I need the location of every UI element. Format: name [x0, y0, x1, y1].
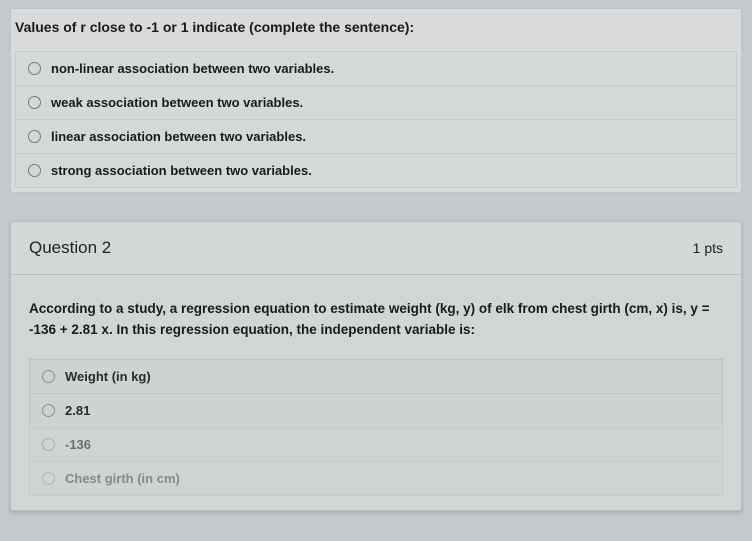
option-row[interactable]: 2.81 [29, 393, 723, 427]
question-1-block: Values of r close to -1 or 1 indicate (c… [10, 8, 742, 193]
question-2-prompt: According to a study, a regression equat… [29, 299, 723, 341]
option-row[interactable]: weak association between two variables. [15, 85, 737, 119]
question-2-card: Question 2 1 pts According to a study, a… [10, 221, 742, 511]
radio-icon [42, 370, 55, 383]
option-label: linear association between two variables… [51, 129, 306, 144]
option-label: 2.81 [65, 403, 90, 418]
option-row[interactable]: strong association between two variables… [15, 153, 737, 188]
option-label: -136 [65, 437, 91, 452]
radio-icon [28, 164, 41, 177]
question-2-header: Question 2 1 pts [11, 222, 741, 275]
option-label: Chest girth (in cm) [65, 471, 180, 486]
option-row[interactable]: Chest girth (in cm) [29, 461, 723, 496]
question-2-body: According to a study, a regression equat… [11, 275, 741, 510]
option-label: Weight (in kg) [65, 369, 151, 384]
question-1-prompt: Values of r close to -1 or 1 indicate (c… [11, 9, 741, 51]
radio-icon [28, 96, 41, 109]
option-row[interactable]: Weight (in kg) [29, 359, 723, 393]
option-row[interactable]: linear association between two variables… [15, 119, 737, 153]
question-2-points: 1 pts [693, 240, 723, 256]
option-row[interactable]: non-linear association between two varia… [15, 51, 737, 85]
radio-icon [28, 130, 41, 143]
radio-icon [42, 438, 55, 451]
option-label: weak association between two variables. [51, 95, 303, 110]
radio-icon [42, 472, 55, 485]
radio-icon [42, 404, 55, 417]
option-label: non-linear association between two varia… [51, 61, 334, 76]
question-1-options: non-linear association between two varia… [15, 51, 737, 188]
question-2-options: Weight (in kg) 2.81 -136 Chest girth (in… [29, 359, 723, 496]
option-row[interactable]: -136 [29, 427, 723, 461]
option-label: strong association between two variables… [51, 163, 312, 178]
radio-icon [28, 62, 41, 75]
question-2-title: Question 2 [29, 238, 111, 258]
